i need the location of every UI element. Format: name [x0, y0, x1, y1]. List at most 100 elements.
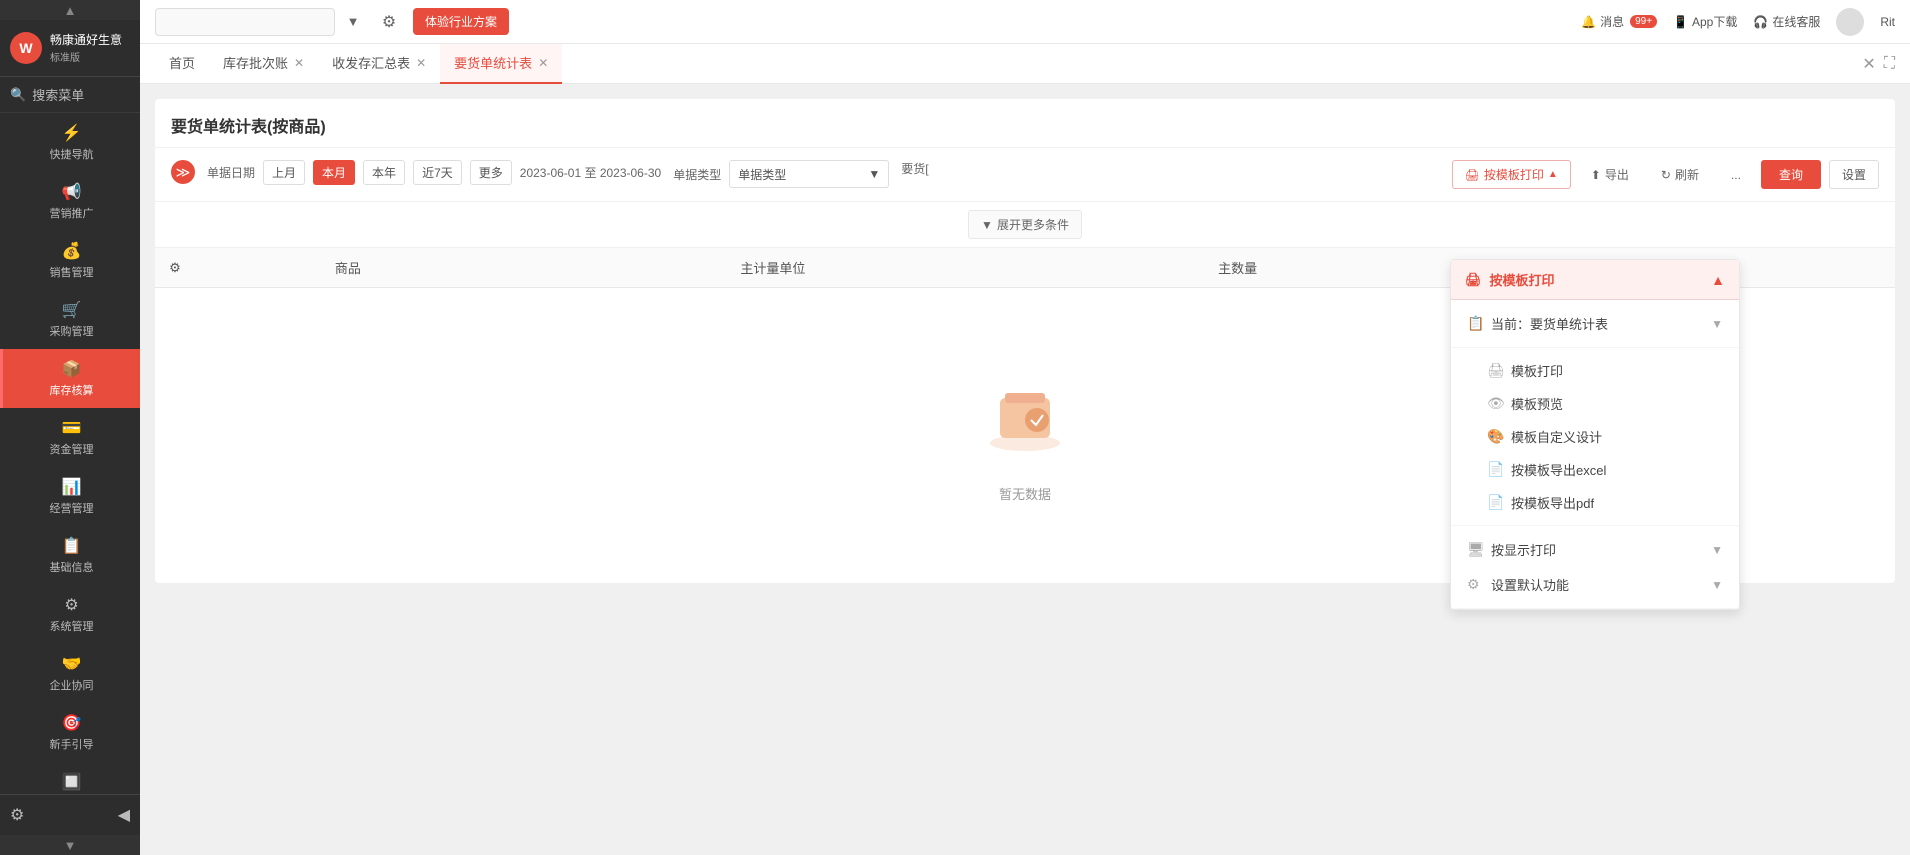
print-template-design-item[interactable]: 🎨 模板自定义设计: [1451, 420, 1739, 453]
sidebar-item-quick-nav[interactable]: ⚡ 快捷导航: [0, 113, 140, 172]
app-download-label: App下载: [1692, 13, 1737, 30]
topbar-settings-btn[interactable]: ⚙: [375, 8, 403, 36]
nav-icon-basic: 📋: [62, 536, 82, 556]
export-label: 导出: [1605, 166, 1629, 183]
close-all-tabs-btn[interactable]: ✕: [1862, 54, 1875, 74]
tab-label-home: 首页: [169, 53, 195, 72]
expand-label: 展开更多条件: [997, 216, 1069, 233]
nav-icon-system: ⚙: [64, 595, 78, 615]
tab-batch-accounts[interactable]: 库存批次账✕: [209, 44, 318, 84]
tab-receipt-summary[interactable]: 收发存汇总表✕: [318, 44, 440, 84]
sidebar: ▲ W 畅康通好生意 标准版 🔍 搜索菜单 ⚡ 快捷导航 📢 营销推广 💰 销售…: [0, 0, 140, 855]
export-icon: ⬆: [1591, 168, 1601, 182]
nav-label-system: 系统管理: [50, 618, 94, 634]
notification-btn[interactable]: 🔔 消息 99+: [1581, 13, 1657, 30]
nav-label-purchase: 采购管理: [50, 323, 94, 339]
username-label: Rit: [1880, 15, 1895, 29]
tab-order-stats[interactable]: 要货单统计表 ✕: [440, 44, 562, 84]
nav-label-inventory: 库存核算: [50, 382, 94, 398]
col-product: 商品: [195, 248, 501, 288]
app-badge: 标准版: [50, 49, 122, 64]
nav-icon-sales: 💰: [62, 241, 82, 261]
nav-label-quick-nav: 快捷导航: [50, 146, 94, 162]
sidebar-scroll-up[interactable]: ▲: [0, 0, 140, 20]
nav-icon-appstore: 🔲: [62, 772, 82, 792]
print-dropdown-icon: 🖨: [1465, 272, 1482, 288]
tab-home[interactable]: 首页: [155, 44, 209, 84]
topbar-dropdown-btn[interactable]: ▼: [341, 10, 365, 34]
sidebar-search-item[interactable]: 🔍 搜索菜单: [0, 77, 140, 113]
sidebar-nav: ⚡ 快捷导航 📢 营销推广 💰 销售管理 🛒 采购管理 📦 库存核算 💳 资金管…: [0, 113, 140, 794]
date-btn-last-month[interactable]: 上月: [263, 160, 305, 185]
sidebar-item-operation[interactable]: 📊 经营管理: [0, 467, 140, 526]
query-label: 查询: [1779, 166, 1803, 183]
set-default-item-left: ⚙ 设置默认功能: [1467, 575, 1569, 594]
more-label: ...: [1731, 168, 1741, 182]
filter-toggle-btn[interactable]: ≫: [171, 160, 195, 184]
sidebar-item-system[interactable]: ⚙ 系统管理: [0, 585, 140, 644]
page-title: 要货单统计表(按商品): [171, 119, 326, 136]
query-btn[interactable]: 查询: [1761, 160, 1821, 189]
tab-label-order-stats: 要货单统计表: [454, 53, 532, 72]
display-print-label: 按显示打印: [1491, 540, 1556, 559]
print-template-print-item[interactable]: 🖨 模板打印: [1451, 354, 1739, 387]
notification-count: 99+: [1630, 15, 1657, 28]
online-service-btn[interactable]: 🎧 在线客服: [1753, 13, 1820, 30]
sidebar-item-enterprise[interactable]: 🤝 企业协同: [0, 644, 140, 703]
nav-label-operation: 经营管理: [50, 500, 94, 516]
print-dropdown-header-left: 🖨 按模板打印: [1465, 270, 1555, 289]
print-dropdown-close-btn[interactable]: ▲: [1711, 272, 1725, 288]
sidebar-item-basic[interactable]: 📋 基础信息: [0, 526, 140, 585]
tab-close-order-stats[interactable]: ✕: [538, 56, 548, 70]
template-print-label: 模板打印: [1511, 361, 1563, 380]
sidebar-item-finance[interactable]: 💳 资金管理: [0, 408, 140, 467]
nav-label-sales: 销售管理: [50, 264, 94, 280]
print-dropdown-header: 🖨 按模板打印 ▲: [1451, 260, 1739, 300]
app-download-btn[interactable]: 📱 App下载: [1673, 13, 1737, 30]
print-current-item[interactable]: 📋 当前：要货单统计表 ▼: [1451, 306, 1739, 341]
date-btn-more[interactable]: 更多: [470, 160, 512, 185]
tabs-bar: 首页库存批次账✕收发存汇总表✕ 要货单统计表 ✕ ✕ ⛶: [140, 44, 1910, 84]
refresh-btn[interactable]: ↻ 刷新: [1649, 161, 1711, 188]
date-range-display: 2023-06-01 至 2023-06-30: [520, 164, 661, 181]
industry-btn[interactable]: 体验行业方案: [413, 8, 509, 35]
sidebar-item-sales[interactable]: 💰 销售管理: [0, 231, 140, 290]
set-default-label: 设置默认功能: [1491, 575, 1569, 594]
sidebar-scroll-down[interactable]: ▼: [0, 835, 140, 855]
date-btn-this-month[interactable]: 本月: [313, 160, 355, 185]
sidebar-item-newbie[interactable]: 🎯 新手引导: [0, 703, 140, 762]
date-btn-this-year[interactable]: 本年: [363, 160, 405, 185]
settings-btn[interactable]: 设置: [1829, 160, 1879, 189]
empty-text: 暂无数据: [999, 484, 1051, 503]
sidebar-item-purchase[interactable]: 🛒 采购管理: [0, 290, 140, 349]
tab-close-receipt-summary[interactable]: ✕: [416, 56, 426, 70]
print-current-icon: 📋: [1467, 315, 1483, 332]
set-default-item[interactable]: ⚙ 设置默认功能 ▼: [1451, 567, 1739, 602]
user-avatar[interactable]: [1836, 8, 1864, 36]
date-btn-7days[interactable]: 近7天: [413, 160, 462, 185]
print-export-excel-item[interactable]: 📄 按模板导出excel: [1451, 453, 1739, 486]
export-btn[interactable]: ⬆ 导出: [1579, 161, 1641, 188]
nav-icon-marketing: 📢: [62, 182, 82, 202]
col-settings[interactable]: ⚙: [155, 248, 195, 288]
print-template-preview-item[interactable]: 👁 模板预览: [1451, 387, 1739, 420]
display-print-item[interactable]: 🖥 按显示打印 ▼: [1451, 532, 1739, 567]
main-area: ▼ ⚙ 体验行业方案 🔔 消息 99+ 📱 App下载 🎧 在线客服 Rit 首…: [140, 0, 1910, 855]
print-export-pdf-item[interactable]: 📄 按模板导出pdf: [1451, 486, 1739, 519]
maximize-btn[interactable]: ⛶: [1884, 55, 1895, 73]
collapse-icon[interactable]: ◀: [118, 805, 130, 825]
print-current-label: 当前：要货单统计表: [1491, 314, 1608, 333]
order-type-select[interactable]: 单据类型 ▼: [729, 160, 889, 188]
tab-close-batch-accounts[interactable]: ✕: [294, 56, 304, 70]
bell-icon: 🔔: [1581, 15, 1596, 29]
sidebar-item-appstore[interactable]: 🔲 应用中心: [0, 762, 140, 794]
sidebar-item-marketing[interactable]: 📢 营销推广: [0, 172, 140, 231]
settings-icon[interactable]: ⚙: [10, 805, 24, 825]
print-btn[interactable]: 🖨 按模板打印 ▲: [1452, 160, 1571, 189]
more-btn[interactable]: ...: [1719, 163, 1753, 187]
print-current-section: 📋 当前：要货单统计表 ▼: [1451, 300, 1739, 348]
sidebar-item-inventory[interactable]: 📦 库存核算: [0, 349, 140, 408]
expand-conditions-btn[interactable]: ▼ 展开更多条件: [968, 210, 1082, 239]
topbar-search-input[interactable]: [155, 8, 335, 36]
print-current-item-left: 📋 当前：要货单统计表: [1467, 314, 1608, 333]
